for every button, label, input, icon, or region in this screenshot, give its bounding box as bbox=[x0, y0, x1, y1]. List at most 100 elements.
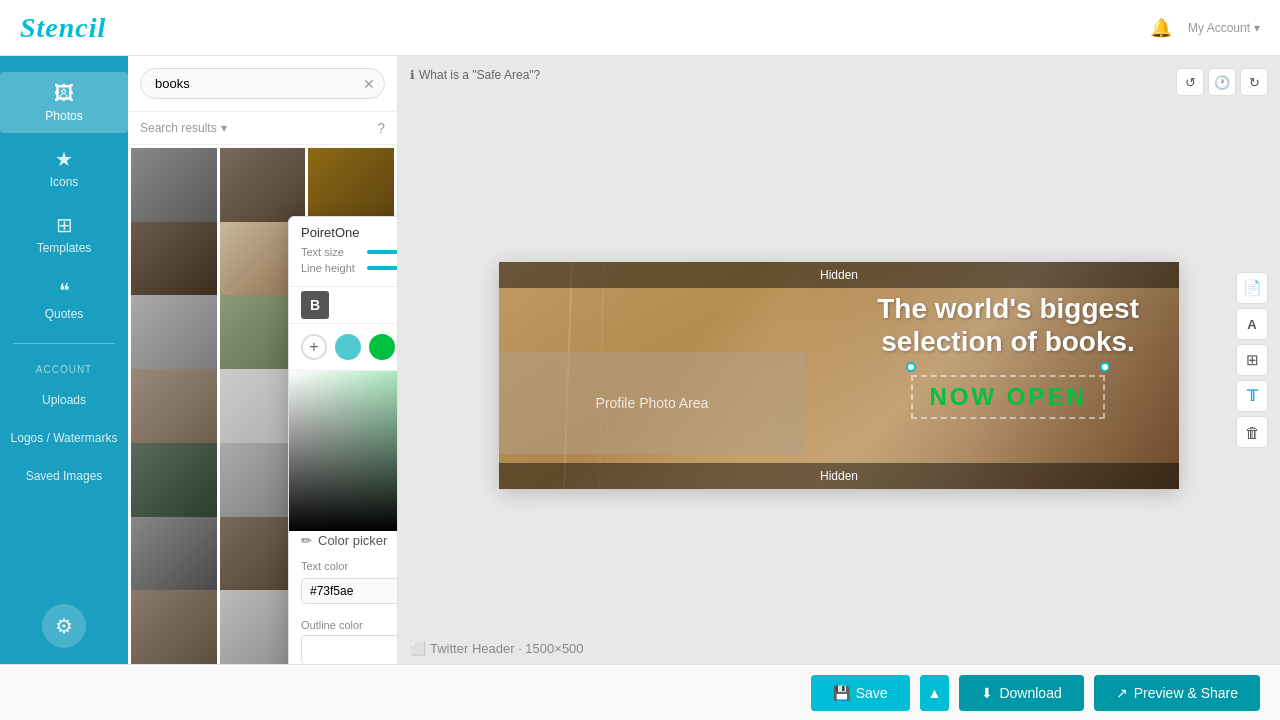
sidebar-item-uploads[interactable]: Uploads bbox=[0, 383, 128, 417]
pencil-icon: ✏ bbox=[301, 533, 312, 548]
notification-bell[interactable]: 🔔 bbox=[1150, 17, 1172, 39]
color-row: Outline color ✕ Background color ✕ bbox=[289, 615, 398, 664]
sidebar-item-templates[interactable]: ⊞ Templates bbox=[0, 203, 128, 265]
main-layout: 🖼 Photos ★ Icons ⊞ Templates ❝ Quotes AC… bbox=[0, 56, 1280, 664]
sidebar-divider bbox=[13, 343, 115, 344]
text-size-row: Text size bbox=[301, 246, 398, 258]
sidebar-item-label: Photos bbox=[45, 109, 82, 123]
account-chevron-icon: ▾ bbox=[1254, 21, 1260, 35]
color-swatch-green[interactable] bbox=[369, 334, 395, 360]
add-color-button[interactable]: + bbox=[301, 334, 327, 360]
account-section-label: ACCOUNT bbox=[0, 356, 128, 379]
safe-area-icon: ℹ bbox=[410, 68, 415, 82]
save-expand-button[interactable]: ▲ bbox=[920, 675, 950, 711]
font-size-button[interactable]: A bbox=[1236, 308, 1268, 340]
settings-button[interactable]: ⚙ bbox=[42, 604, 86, 648]
search-input[interactable] bbox=[140, 68, 385, 99]
sidebar-item-label: Templates bbox=[37, 241, 92, 255]
canvas-area: ℹ What is a "Safe Area"? ↺ 🕐 ↻ Hidden Pr bbox=[398, 56, 1280, 664]
topbar-right: 🔔 My Account ▾ bbox=[1150, 17, 1260, 39]
uploads-label: Uploads bbox=[42, 393, 86, 407]
canvas-info-bar: ⬜ Twitter Header · 1500×500 bbox=[410, 641, 584, 656]
outline-color-col: Outline color ✕ bbox=[301, 619, 398, 664]
line-height-row: Line height bbox=[301, 262, 398, 274]
quotes-icon: ❝ bbox=[59, 279, 70, 303]
sidebar-item-saved[interactable]: Saved Images bbox=[0, 459, 128, 493]
canvas-main-text-line2: selection of books. bbox=[877, 325, 1139, 359]
canvas-top-controls: ↺ 🕐 ↻ bbox=[1176, 68, 1268, 96]
icons-icon: ★ bbox=[55, 147, 73, 171]
sidebar-item-photos[interactable]: 🖼 Photos bbox=[0, 72, 128, 133]
text-color-input-row bbox=[301, 577, 398, 605]
sidebar-item-label: Quotes bbox=[45, 307, 84, 321]
gradient-picker-area[interactable] bbox=[289, 371, 398, 531]
photos-icon: 🖼 bbox=[54, 82, 74, 105]
search-help-icon[interactable]: ? bbox=[377, 120, 385, 136]
outline-color-label: Outline color bbox=[301, 619, 398, 631]
canvas-text-block[interactable]: The world's biggest selection of books. … bbox=[877, 292, 1139, 419]
preview-icon: ↗ bbox=[1116, 685, 1128, 701]
undo-button[interactable]: ↺ bbox=[1176, 68, 1204, 96]
sidebar-item-quotes[interactable]: ❝ Quotes bbox=[0, 269, 128, 331]
photos-panel: ✕ Search results ▾ ? bbox=[128, 56, 398, 664]
canvas-hidden-bottom: Hidden bbox=[499, 463, 1179, 489]
sidebar-item-logos[interactable]: Logos / Watermarks bbox=[0, 421, 128, 455]
safe-area-notice: ℹ What is a "Safe Area"? bbox=[410, 68, 540, 82]
account-menu[interactable]: My Account ▾ bbox=[1188, 21, 1260, 35]
now-open-container[interactable]: NOW OPEN bbox=[911, 367, 1104, 419]
line-height-slider[interactable] bbox=[367, 266, 398, 270]
trash-button[interactable]: 🗑 bbox=[1236, 416, 1268, 448]
gradient-dark-overlay bbox=[289, 371, 398, 531]
save-label: Save bbox=[856, 685, 888, 701]
canvas-info-icon: ⬜ bbox=[410, 641, 426, 656]
logos-label: Logos / Watermarks bbox=[11, 431, 118, 445]
text-size-slider[interactable] bbox=[367, 250, 398, 254]
templates-icon: ⊞ bbox=[56, 213, 73, 237]
canvas-hidden-top: Hidden bbox=[499, 262, 1179, 288]
preview-share-button[interactable]: ↗ Preview & Share bbox=[1094, 675, 1260, 711]
outline-color-box[interactable]: ✕ bbox=[301, 635, 398, 664]
format-toolbar: B bbox=[289, 287, 398, 324]
account-label: My Account bbox=[1188, 21, 1250, 35]
font-control-area: PoiretOne Text size Line height bbox=[289, 217, 398, 287]
sidebar-item-icons[interactable]: ★ Icons bbox=[0, 137, 128, 199]
text-color-input[interactable] bbox=[301, 578, 398, 604]
download-button[interactable]: ⬇ Download bbox=[959, 675, 1083, 711]
profile-photo-label: Profile Photo Area bbox=[596, 395, 709, 411]
saved-label: Saved Images bbox=[26, 469, 103, 483]
text-size-label: Text size bbox=[301, 246, 361, 258]
now-open-text: NOW OPEN bbox=[911, 375, 1104, 419]
history-button[interactable]: 🕐 bbox=[1208, 68, 1236, 96]
selection-handle-tl[interactable] bbox=[906, 362, 916, 372]
app-logo: Stencil bbox=[20, 12, 106, 44]
color-swatch-teal[interactable] bbox=[335, 334, 361, 360]
profile-photo-area[interactable]: Profile Photo Area bbox=[499, 352, 805, 454]
search-input-wrapper: ✕ bbox=[140, 68, 385, 99]
canvas-toolbar-right: 📄 A ⊞ 𝕋 🗑 bbox=[1236, 272, 1268, 448]
download-icon: ⬇ bbox=[981, 685, 993, 701]
search-bar: ✕ bbox=[128, 56, 397, 112]
photo-cell[interactable] bbox=[131, 590, 217, 664]
topbar: Stencil 🔔 My Account ▾ bbox=[0, 0, 1280, 56]
font-name: PoiretOne bbox=[301, 225, 398, 240]
download-label: Download bbox=[999, 685, 1061, 701]
search-results-bar: Search results ▾ ? bbox=[128, 112, 397, 145]
apps-button[interactable]: ⊞ bbox=[1236, 344, 1268, 376]
bold-button[interactable]: B bbox=[301, 291, 329, 319]
search-results-label[interactable]: Search results ▾ bbox=[140, 121, 227, 135]
text-color-label: Text color bbox=[301, 560, 398, 572]
sidebar: 🖼 Photos ★ Icons ⊞ Templates ❝ Quotes AC… bbox=[0, 56, 128, 664]
color-picker-header: + ✕ bbox=[289, 324, 398, 371]
picker-label-row: ✏ Color picker bbox=[289, 531, 398, 556]
search-clear-icon[interactable]: ✕ bbox=[363, 76, 375, 92]
text-color-section: Text color bbox=[289, 556, 398, 615]
add-text-button[interactable]: 📄 bbox=[1236, 272, 1268, 304]
canvas-main-text-line1: The world's biggest bbox=[877, 292, 1139, 326]
twitter-button[interactable]: 𝕋 bbox=[1236, 380, 1268, 412]
preview-label: Preview & Share bbox=[1134, 685, 1238, 701]
picker-label: Color picker bbox=[318, 533, 387, 548]
save-button[interactable]: 💾 Save bbox=[811, 675, 910, 711]
safe-area-text[interactable]: What is a "Safe Area"? bbox=[419, 68, 540, 82]
redo-button[interactable]: ↻ bbox=[1240, 68, 1268, 96]
selection-handle-tr[interactable] bbox=[1100, 362, 1110, 372]
